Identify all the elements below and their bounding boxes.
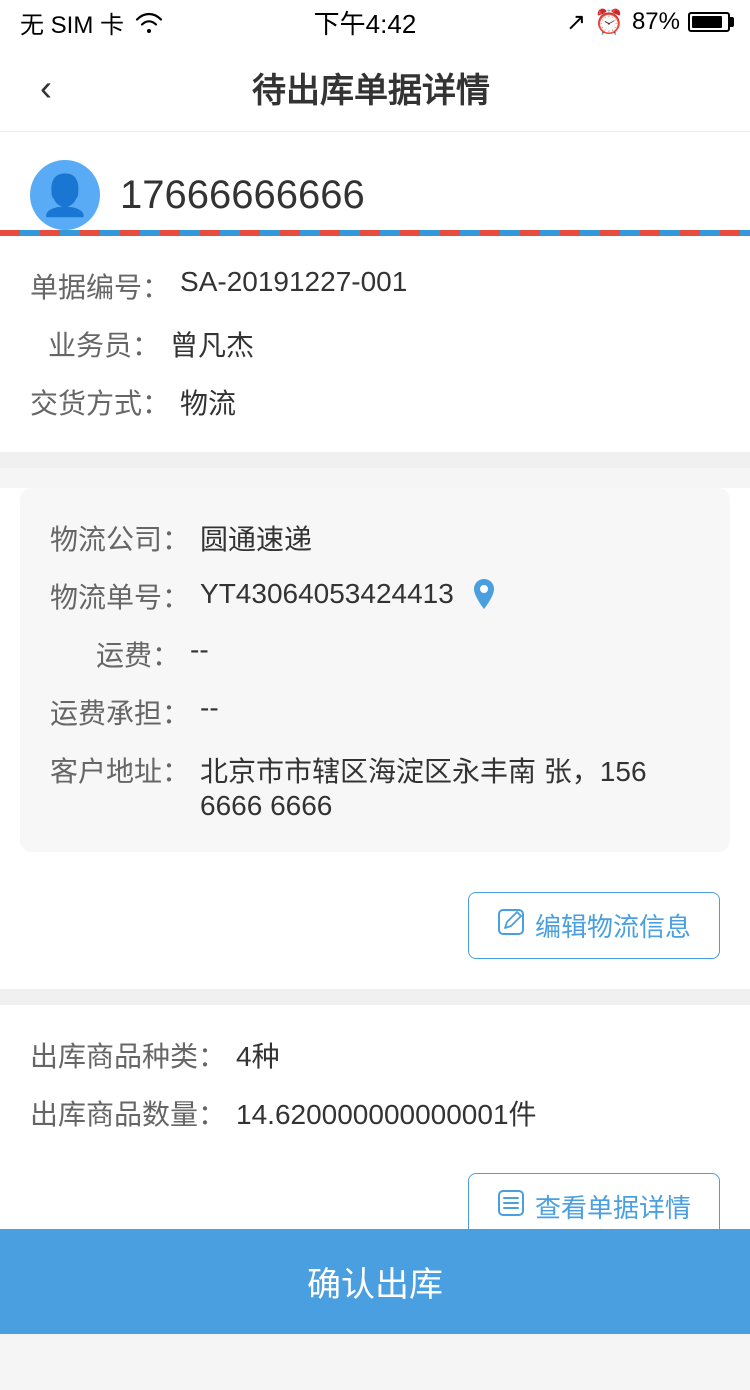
logistics-company-row: 物流公司： 圆通速递 [50,518,700,558]
order-no-value: SA-20191227-001 [180,266,720,298]
salesperson-label: 业务员： [30,324,170,364]
order-no-row: 单据编号： SA-20191227-001 [30,266,720,306]
status-bar: 无 SIM 卡 下午4:42 ↗ ⏰ 87% [0,0,750,44]
battery-percent: 87% [632,8,680,36]
logistics-freight-bear-value: -- [200,692,700,724]
order-no-label: 单据编号： [30,266,180,306]
edit-icon [497,908,525,943]
battery-icon [688,12,730,32]
logistics-address-value: 北京市市辖区海淀区永丰南 张，156 6666 6666 [200,750,700,822]
goods-section: 出库商品种类： 4种 出库商品数量： 14.620000000000001件 [0,1005,750,1163]
edit-btn-wrapper: 编辑物流信息 [0,872,750,989]
status-right: ↗ ⏰ 87% [566,8,730,37]
location-icon: ↗ [566,8,586,37]
salesperson-row: 业务员： 曾凡杰 [30,324,720,364]
goods-type-label: 出库商品种类： [30,1035,236,1075]
logistics-freight-bear-label: 运费承担： [50,692,200,732]
logistics-freight-value: -- [190,634,700,666]
list-icon [497,1189,525,1224]
goods-quantity-row: 出库商品数量： 14.620000000000001件 [30,1093,720,1133]
gray-divider-1 [0,452,750,468]
goods-type-value: 4种 [236,1035,720,1075]
salesperson-value: 曾凡杰 [170,324,720,364]
logistics-freight-bear-row: 运费承担： -- [50,692,700,732]
delivery-method-label: 交货方式： [30,382,180,422]
map-pin-icon[interactable] [466,576,502,612]
logistics-address-label: 客户地址： [50,750,200,790]
confirm-outbound-button[interactable]: 确认出库 [0,1257,750,1306]
nav-bar: ‹ 待出库单据详情 [0,44,750,132]
edit-logistics-label: 编辑物流信息 [535,907,691,944]
goods-quantity-value: 14.620000000000001件 [236,1093,720,1133]
logistics-company-label: 物流公司： [50,518,200,558]
logistics-tracking-row: 物流单号： YT43064053424413 [50,576,700,616]
status-left: 无 SIM 卡 [20,5,164,40]
view-detail-label: 查看单据详情 [535,1188,691,1225]
goods-quantity-label: 出库商品数量： [30,1093,236,1133]
logistics-freight-label: 运费： [50,634,190,674]
phone-number: 17666666666 [120,173,365,218]
logistics-company-value: 圆通速递 [200,518,700,558]
carrier-label: 无 SIM 卡 [20,5,124,40]
wifi-icon [134,11,164,33]
confirm-btn-wrapper: 确认出库 [0,1229,750,1334]
logistics-address-row: 客户地址： 北京市市辖区海淀区永丰南 张，156 6666 6666 [50,750,700,822]
logistics-card: 物流公司： 圆通速递 物流单号： YT43064053424413 运费： --… [20,488,730,852]
logistics-tracking-label: 物流单号： [50,576,200,616]
phone-section: 👤 17666666666 [0,132,750,230]
back-button[interactable]: ‹ [30,57,62,119]
page-title: 待出库单据详情 [72,63,670,112]
user-icon: 👤 [40,172,90,219]
goods-type-row: 出库商品种类： 4种 [30,1035,720,1075]
alarm-icon: ⏰ [594,8,624,37]
avatar: 👤 [30,160,100,230]
delivery-method-value: 物流 [180,382,720,422]
logistics-freight-row: 运费： -- [50,634,700,674]
edit-logistics-button[interactable]: 编辑物流信息 [468,892,720,959]
order-info-section: 单据编号： SA-20191227-001 业务员： 曾凡杰 交货方式： 物流 [0,236,750,452]
delivery-method-row: 交货方式： 物流 [30,382,720,422]
gray-divider-2 [0,989,750,1005]
logistics-section: 物流公司： 圆通速递 物流单号： YT43064053424413 运费： --… [0,488,750,989]
status-time: 下午4:42 [314,4,417,41]
logistics-tracking-value: YT43064053424413 [200,576,700,612]
